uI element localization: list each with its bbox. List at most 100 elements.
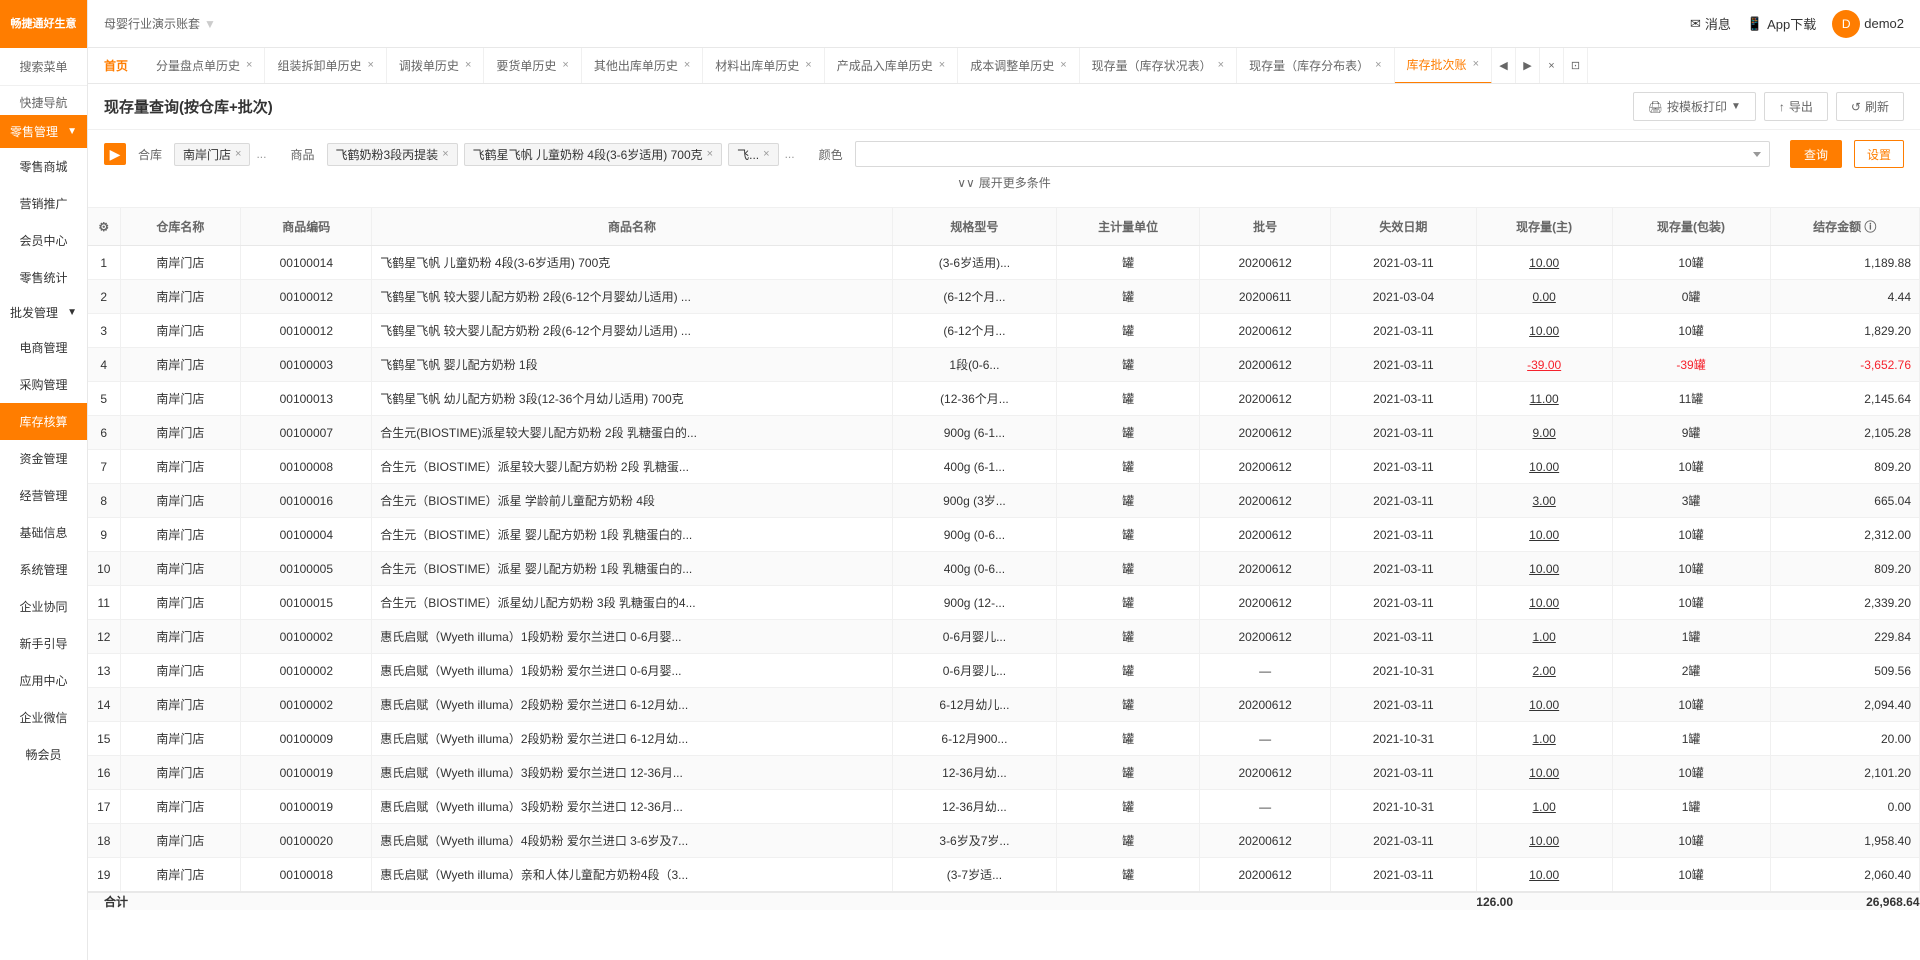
row-qty-main[interactable]: 2.00 bbox=[1476, 654, 1612, 688]
row-qty-main[interactable]: -39.00 bbox=[1476, 348, 1612, 382]
sidebar-item-retail-shop[interactable]: 零售商城 bbox=[0, 148, 87, 185]
row-qty-main[interactable]: 1.00 bbox=[1476, 790, 1612, 824]
tab-chengben[interactable]: 成本调整单历史 × bbox=[958, 48, 1079, 84]
sidebar-item-ecommerce[interactable]: 电商管理 bbox=[0, 329, 87, 366]
row-spec: 3-6岁及7岁... bbox=[892, 824, 1056, 858]
product-more[interactable]: ... bbox=[785, 147, 795, 161]
color-filter-input[interactable] bbox=[855, 141, 1770, 167]
col-settings[interactable]: ⚙ bbox=[88, 208, 120, 246]
row-qty-main[interactable]: 10.00 bbox=[1476, 858, 1612, 893]
tab-nav-next[interactable]: ▶ bbox=[1516, 48, 1540, 84]
table-row: 12 南岸门店 00100002 惠氏启赋（Wyeth illuma）1段奶粉 … bbox=[88, 620, 1920, 654]
export-button[interactable]: ↑ 导出 bbox=[1764, 92, 1828, 121]
product-tag-3-close[interactable]: × bbox=[763, 148, 769, 160]
tab-close-zuhe[interactable]: × bbox=[367, 60, 373, 71]
row-spec: 400g (6-1... bbox=[892, 450, 1056, 484]
tab-nav-prev[interactable]: ◀ bbox=[1492, 48, 1516, 84]
tab-yaohuo[interactable]: 要货单历史 × bbox=[484, 48, 581, 84]
row-unit: 罐 bbox=[1057, 382, 1200, 416]
row-qty-main[interactable]: 10.00 bbox=[1476, 246, 1612, 280]
tab-close-qita-chu[interactable]: × bbox=[684, 60, 690, 71]
sidebar-item-purchase[interactable]: 采购管理 bbox=[0, 366, 87, 403]
sidebar-item-member[interactable]: 会员中心 bbox=[0, 222, 87, 259]
row-qty-main[interactable]: 11.00 bbox=[1476, 382, 1612, 416]
sidebar-item-marketing[interactable]: 营销推广 bbox=[0, 185, 87, 222]
product-tag-1-close[interactable]: × bbox=[442, 148, 448, 160]
tab-close-kucun-pici[interactable]: × bbox=[1473, 59, 1479, 70]
tab-fen-liang[interactable]: 分量盘点单历史 × bbox=[144, 48, 265, 84]
quick-nav-label[interactable]: 快捷导航 bbox=[0, 86, 87, 115]
sidebar-item-system[interactable]: 系统管理 bbox=[0, 551, 87, 588]
row-qty-main[interactable]: 10.00 bbox=[1476, 824, 1612, 858]
sidebar-item-retail-stats[interactable]: 零售统计 bbox=[0, 259, 87, 296]
filter-expand-button[interactable]: ▶ bbox=[104, 143, 126, 165]
sidebar-item-app-center[interactable]: 应用中心 bbox=[0, 662, 87, 699]
row-qty-main[interactable]: 10.00 bbox=[1476, 586, 1612, 620]
search-menu-button[interactable]: 搜索菜单 bbox=[0, 48, 87, 86]
row-qty-main[interactable]: 10.00 bbox=[1476, 450, 1612, 484]
tab-close-diaob[interactable]: × bbox=[465, 60, 471, 71]
tab-close-fen-liang[interactable]: × bbox=[246, 60, 252, 71]
product-tag-2-close[interactable]: × bbox=[707, 148, 713, 160]
row-unit: 罐 bbox=[1057, 824, 1200, 858]
row-qty-main[interactable]: 1.00 bbox=[1476, 722, 1612, 756]
table-row: 15 南岸门店 00100009 惠氏启赋（Wyeth illuma）2段奶粉 … bbox=[88, 722, 1920, 756]
warehouse-tag-nanao-close[interactable]: × bbox=[235, 148, 241, 160]
tab-close-chancheng[interactable]: × bbox=[939, 60, 945, 71]
settings-button[interactable]: 设置 bbox=[1854, 140, 1904, 168]
sidebar-item-wechat[interactable]: 企业微信 bbox=[0, 699, 87, 736]
tab-chancheng[interactable]: 产成品入库单历史 × bbox=[825, 48, 958, 84]
row-qty-main[interactable]: 10.00 bbox=[1476, 552, 1612, 586]
tab-close-xiancun-fenbu[interactable]: × bbox=[1375, 60, 1381, 71]
sidebar-item-retail-mgmt[interactable]: 零售管理 ▼ bbox=[0, 115, 87, 148]
sidebar-item-operations[interactable]: 经营管理 bbox=[0, 477, 87, 514]
tab-close-xiancun-kucun[interactable]: × bbox=[1218, 60, 1224, 71]
row-qty-main[interactable]: 0.00 bbox=[1476, 280, 1612, 314]
refresh-button[interactable]: ↺ 刷新 bbox=[1836, 92, 1904, 121]
table-row: 7 南岸门店 00100008 合生元（BIOSTIME）派星较大婴儿配方奶粉 … bbox=[88, 450, 1920, 484]
row-expire: 2021-10-31 bbox=[1331, 654, 1477, 688]
sidebar-item-enterprise[interactable]: 企业协同 bbox=[0, 588, 87, 625]
row-code: 00100002 bbox=[241, 620, 372, 654]
sidebar-item-guide[interactable]: 新手引导 bbox=[0, 625, 87, 662]
row-code: 00100008 bbox=[241, 450, 372, 484]
expand-more-conditions[interactable]: ∨∨ 展开更多条件 bbox=[104, 168, 1904, 197]
sidebar-item-membership[interactable]: 畅会员 bbox=[0, 736, 87, 773]
query-button[interactable]: 查询 bbox=[1790, 140, 1842, 168]
logo: 畅捷通好生意 bbox=[0, 0, 87, 48]
sidebar-item-finance[interactable]: 资金管理 bbox=[0, 440, 87, 477]
sidebar-item-basic[interactable]: 基础信息 bbox=[0, 514, 87, 551]
row-qty-main[interactable]: 10.00 bbox=[1476, 518, 1612, 552]
inventory-table: ⚙ 仓库名称 商品编码 商品名称 规格型号 主计量单位 批号 失效日期 现存量(… bbox=[88, 208, 1920, 910]
row-qty-main[interactable]: 10.00 bbox=[1476, 756, 1612, 790]
row-amount: 1,829.20 bbox=[1770, 314, 1919, 348]
tab-expand[interactable]: ⊡ bbox=[1564, 48, 1588, 84]
row-qty-main[interactable]: 10.00 bbox=[1476, 314, 1612, 348]
tab-cailiao-chu[interactable]: 材料出库单历史 × bbox=[703, 48, 824, 84]
row-amount: 809.20 bbox=[1770, 450, 1919, 484]
messages-button[interactable]: ✉ 消息 bbox=[1690, 14, 1731, 33]
tab-qita-chu[interactable]: 其他出库单历史 × bbox=[582, 48, 703, 84]
row-qty-main[interactable]: 1.00 bbox=[1476, 620, 1612, 654]
warehouse-more[interactable]: ... bbox=[256, 147, 266, 161]
tab-home[interactable]: 首页 bbox=[88, 57, 144, 74]
tab-close-cailiao-chu[interactable]: × bbox=[805, 60, 811, 71]
row-qty-main[interactable]: 9.00 bbox=[1476, 416, 1612, 450]
tab-kucun-pici[interactable]: 库存批次账 × bbox=[1395, 48, 1492, 84]
tab-close-yaohuo[interactable]: × bbox=[562, 60, 568, 71]
row-qty-main[interactable]: 3.00 bbox=[1476, 484, 1612, 518]
tab-xiancun-fenbu[interactable]: 现存量（库存分布表） × bbox=[1237, 48, 1394, 84]
sidebar-item-inventory[interactable]: 库存核算 bbox=[0, 403, 87, 440]
row-qty-main[interactable]: 10.00 bbox=[1476, 688, 1612, 722]
row-warehouse: 南岸门店 bbox=[120, 484, 241, 518]
tab-close-chengben[interactable]: × bbox=[1060, 60, 1066, 71]
tab-diaob[interactable]: 调拨单历史 × bbox=[387, 48, 484, 84]
sidebar-item-wholesale[interactable]: 批发管理▼ bbox=[0, 296, 87, 329]
user-avatar-button[interactable]: D demo2 bbox=[1832, 10, 1904, 38]
tab-zuhe[interactable]: 组装拆卸单历史 × bbox=[265, 48, 386, 84]
print-button[interactable]: 🖨 按模板打印 ▼ bbox=[1633, 92, 1756, 121]
tab-close-all[interactable]: × bbox=[1540, 48, 1564, 84]
table-container: ⚙ 仓库名称 商品编码 商品名称 规格型号 主计量单位 批号 失效日期 现存量(… bbox=[88, 208, 1920, 960]
app-download-button[interactable]: 📱 App下载 bbox=[1747, 14, 1816, 33]
tab-xiancun-kucun[interactable]: 现存量（库存状况表） × bbox=[1080, 48, 1237, 84]
